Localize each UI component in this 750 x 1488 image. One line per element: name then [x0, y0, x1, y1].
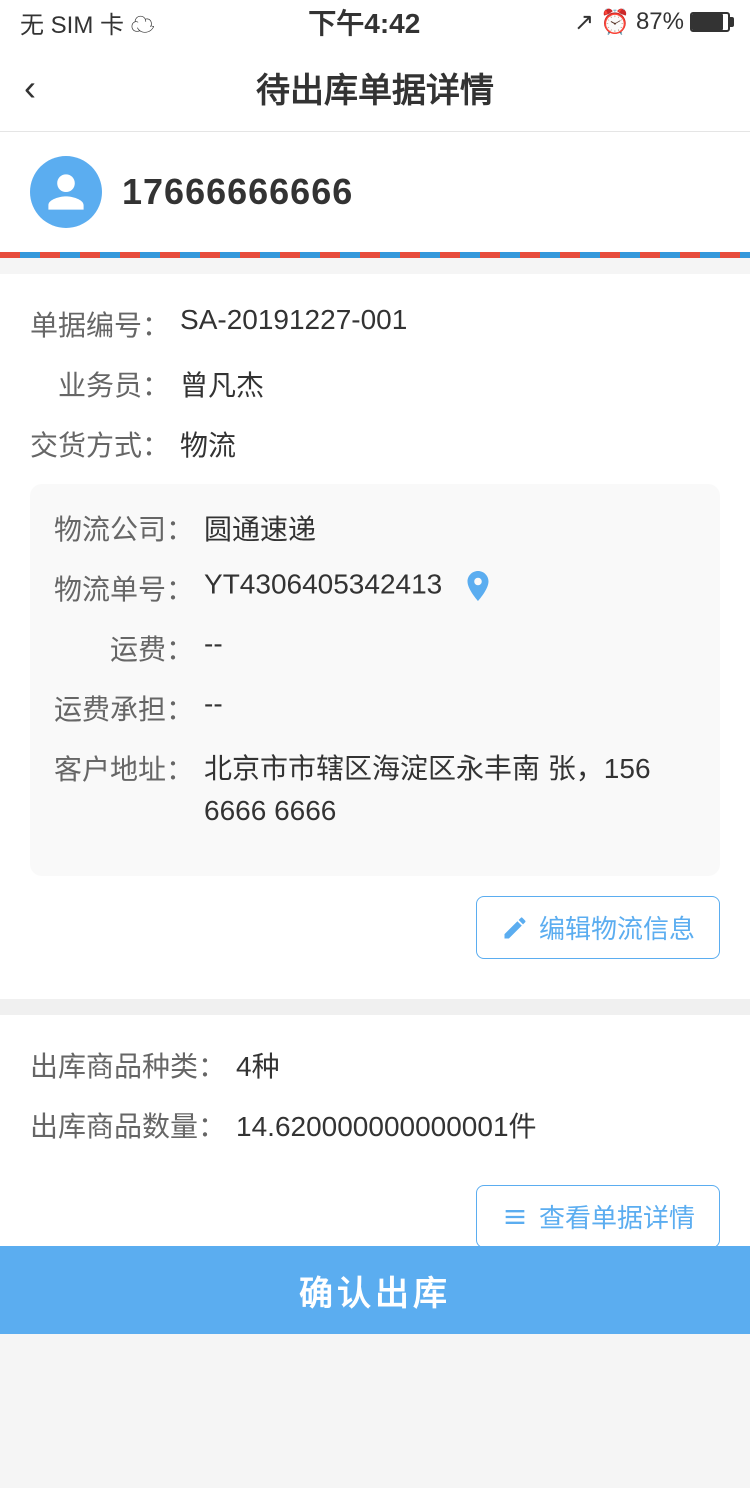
- status-left: 无 SIM 卡 ☁: [20, 5, 155, 40]
- logistics-company-row: 物流公司： 圆通速递: [54, 508, 696, 548]
- document-list-icon: [501, 1203, 529, 1231]
- battery-label: 87%: [636, 8, 684, 36]
- salesperson-value: 曾凡杰: [170, 364, 720, 404]
- map-pin-icon[interactable]: [460, 568, 496, 604]
- user-phone: 17666666666: [122, 171, 353, 213]
- back-button[interactable]: ‹: [24, 67, 36, 109]
- confirm-button-label: 确认出库: [299, 1266, 451, 1315]
- view-detail-button[interactable]: 查看单据详情: [476, 1185, 720, 1248]
- sim-label: 无 SIM 卡 ☁: [20, 5, 155, 40]
- avatar: [30, 156, 102, 228]
- page-title: 待出库单据详情: [256, 63, 494, 112]
- view-detail-action: 查看单据详情: [30, 1165, 720, 1258]
- document-number-row: 单据编号： SA-20191227-001: [30, 304, 720, 344]
- product-quantity-row: 出库商品数量： 14.620000000000001件: [30, 1105, 720, 1145]
- product-category-label: 出库商品种类：: [30, 1045, 226, 1085]
- nav-bar: ‹ 待出库单据详情: [0, 44, 750, 132]
- confirm-button[interactable]: 确认出库: [0, 1246, 750, 1334]
- status-time: 下午4:42: [308, 2, 420, 42]
- product-category-row: 出库商品种类： 4种: [30, 1045, 720, 1085]
- edit-logistics-button[interactable]: 编辑物流信息: [476, 896, 720, 959]
- edit-logistics-action: 编辑物流信息: [30, 876, 720, 969]
- product-category-value: 4种: [226, 1045, 720, 1085]
- delivery-method-label: 交货方式：: [30, 424, 170, 464]
- document-number-label: 单据编号：: [30, 304, 170, 344]
- product-quantity-label: 出库商品数量：: [30, 1105, 226, 1145]
- status-bar: 无 SIM 卡 ☁ 下午4:42 ↗ ⏰ 87%: [0, 0, 750, 44]
- logistics-box: 物流公司： 圆通速递 物流单号： YT4306405342413 运费： -- …: [30, 484, 720, 876]
- location-arrow-icon: ↗: [574, 8, 594, 37]
- user-header: 17666666666: [0, 132, 750, 252]
- user-avatar-icon: [44, 170, 88, 214]
- tracking-number-value: YT4306405342413: [194, 568, 696, 604]
- edit-logistics-label: 编辑物流信息: [539, 909, 695, 946]
- document-info-section: 单据编号： SA-20191227-001 业务员： 曾凡杰 交货方式： 物流 …: [0, 274, 750, 999]
- freight-bear-label: 运费承担：: [54, 688, 194, 728]
- section-divider: [0, 999, 750, 1015]
- delivery-method-value: 物流: [170, 424, 720, 464]
- tracking-number-row: 物流单号： YT4306405342413: [54, 568, 696, 608]
- delivery-method-row: 交货方式： 物流: [30, 424, 720, 464]
- freight-row: 运费： --: [54, 628, 696, 668]
- dashed-divider: [0, 252, 750, 258]
- logistics-company-value: 圆通速递: [194, 508, 696, 548]
- edit-icon: [501, 914, 529, 942]
- address-label: 客户地址：: [54, 748, 194, 788]
- logistics-company-label: 物流公司：: [54, 508, 194, 548]
- freight-label: 运费：: [54, 628, 194, 668]
- freight-bear-row: 运费承担： --: [54, 688, 696, 728]
- document-number-value: SA-20191227-001: [170, 304, 720, 336]
- tracking-number-label: 物流单号：: [54, 568, 194, 608]
- freight-value: --: [194, 628, 696, 660]
- status-right: ↗ ⏰ 87%: [574, 8, 730, 37]
- address-value: 北京市市辖区海淀区永丰南 张，156 6666 6666: [194, 748, 696, 832]
- salesperson-row: 业务员： 曾凡杰: [30, 364, 720, 404]
- product-quantity-value: 14.620000000000001件: [226, 1105, 720, 1145]
- freight-bear-value: --: [194, 688, 696, 720]
- address-row: 客户地址： 北京市市辖区海淀区永丰南 张，156 6666 6666: [54, 748, 696, 832]
- alarm-icon: ⏰: [600, 8, 630, 37]
- view-detail-label: 查看单据详情: [539, 1198, 695, 1235]
- battery-icon: [690, 12, 730, 32]
- salesperson-label: 业务员：: [30, 364, 170, 404]
